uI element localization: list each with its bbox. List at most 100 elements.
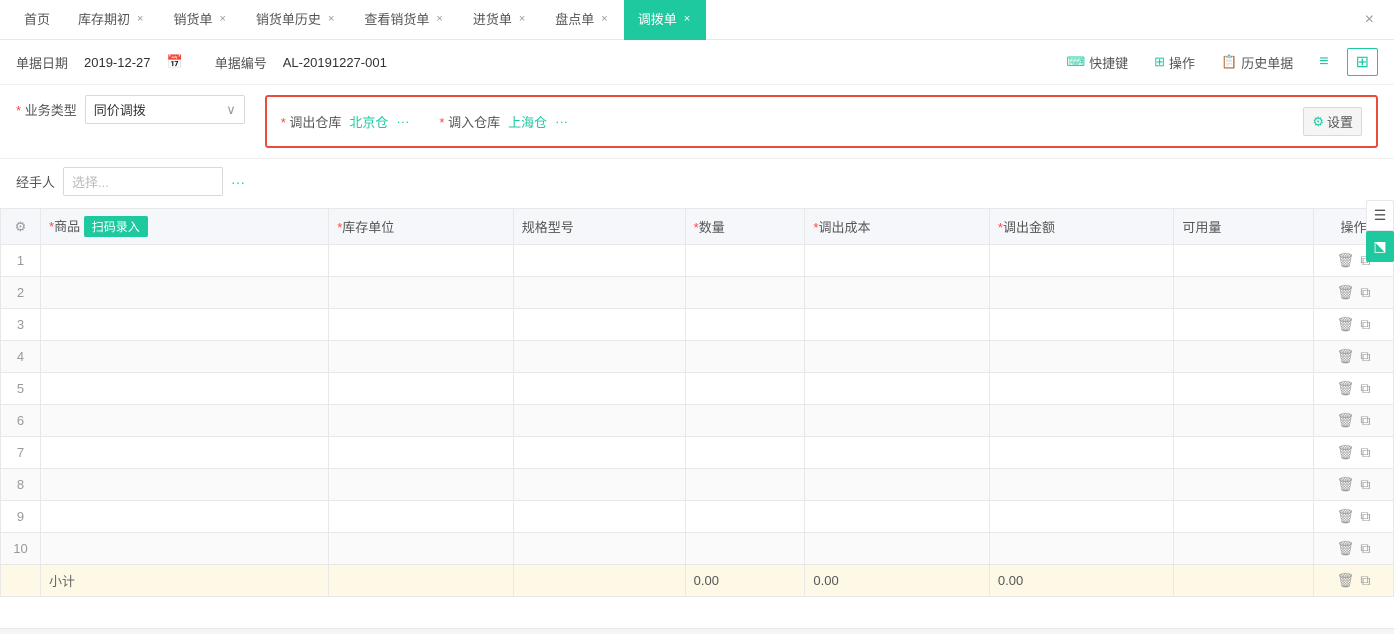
row-7-product[interactable]: [41, 437, 329, 469]
handler-more-icon[interactable]: ···: [231, 174, 245, 190]
settings-button[interactable]: ⚙ 设置: [1303, 107, 1362, 136]
row-8-unit[interactable]: [329, 469, 514, 501]
row-4-spec[interactable]: [513, 341, 685, 373]
row-5-unit[interactable]: [329, 373, 514, 405]
row-2-spec[interactable]: [513, 277, 685, 309]
row-7-available[interactable]: [1174, 437, 1314, 469]
history-button[interactable]: 📋 历史单据: [1213, 49, 1301, 76]
row-2-qty[interactable]: [685, 277, 805, 309]
row-10-qty[interactable]: [685, 533, 805, 565]
row-9-product[interactable]: [41, 501, 329, 533]
row-9-delete-icon[interactable]: 🗑: [1337, 508, 1355, 525]
row-6-spec[interactable]: [513, 405, 685, 437]
row-3-delete-icon[interactable]: 🗑: [1337, 316, 1355, 333]
row-7-copy-icon[interactable]: ⧉: [1360, 444, 1370, 461]
row-2-copy-icon[interactable]: ⧉: [1360, 284, 1370, 301]
row-1-amount[interactable]: [989, 245, 1174, 277]
row-4-available[interactable]: [1174, 341, 1314, 373]
row-5-copy-icon[interactable]: ⧉: [1360, 380, 1370, 397]
row-3-qty[interactable]: [685, 309, 805, 341]
row-8-spec[interactable]: [513, 469, 685, 501]
row-1-unit[interactable]: [329, 245, 514, 277]
row-10-unit[interactable]: [329, 533, 514, 565]
row-2-cost[interactable]: [805, 277, 990, 309]
row-8-product[interactable]: [41, 469, 329, 501]
row-6-amount[interactable]: [989, 405, 1174, 437]
list-view-button[interactable]: ≡: [1311, 49, 1336, 75]
scan-button[interactable]: 扫码录入: [84, 216, 148, 237]
tab-close-purchase-order[interactable]: ×: [517, 13, 527, 25]
row-7-delete-icon[interactable]: 🗑: [1337, 444, 1355, 461]
row-6-cost[interactable]: [805, 405, 990, 437]
row-7-unit[interactable]: [329, 437, 514, 469]
row-4-delete-icon[interactable]: 🗑: [1337, 348, 1355, 365]
row-9-spec[interactable]: [513, 501, 685, 533]
tab-close-transfer-order[interactable]: ×: [682, 13, 692, 25]
row-8-available[interactable]: [1174, 469, 1314, 501]
row-10-product[interactable]: [41, 533, 329, 565]
tab-close-sales-order[interactable]: ×: [217, 13, 227, 25]
row-1-delete-icon[interactable]: 🗑: [1337, 252, 1355, 269]
warehouse-out-more-icon[interactable]: ···: [396, 114, 409, 129]
row-2-available[interactable]: [1174, 277, 1314, 309]
row-5-delete-icon[interactable]: 🗑: [1337, 380, 1355, 397]
row-6-qty[interactable]: [685, 405, 805, 437]
row-3-product[interactable]: [41, 309, 329, 341]
row-3-available[interactable]: [1174, 309, 1314, 341]
row-6-unit[interactable]: [329, 405, 514, 437]
operation-button[interactable]: ⊞ 操作: [1146, 49, 1203, 76]
tab-close-sales-history[interactable]: ×: [326, 13, 336, 25]
tab-transfer-order[interactable]: 调拨单 ×: [624, 0, 706, 40]
row-1-available[interactable]: [1174, 245, 1314, 277]
row-2-unit[interactable]: [329, 277, 514, 309]
row-7-spec[interactable]: [513, 437, 685, 469]
business-type-select[interactable]: 同价调拨 ∨: [85, 95, 245, 124]
row-1-qty[interactable]: [685, 245, 805, 277]
row-7-cost[interactable]: [805, 437, 990, 469]
row-7-qty[interactable]: [685, 437, 805, 469]
row-5-cost[interactable]: [805, 373, 990, 405]
row-7-amount[interactable]: [989, 437, 1174, 469]
subtotal-copy-icon[interactable]: ⧉: [1360, 572, 1370, 589]
row-2-amount[interactable]: [989, 277, 1174, 309]
row-4-qty[interactable]: [685, 341, 805, 373]
handler-select[interactable]: 选择...: [63, 167, 223, 196]
row-8-delete-icon[interactable]: 🗑: [1337, 476, 1355, 493]
row-10-cost[interactable]: [805, 533, 990, 565]
row-9-available[interactable]: [1174, 501, 1314, 533]
tab-purchase-order[interactable]: 进货单 ×: [459, 0, 541, 40]
gear-icon[interactable]: ⚙: [15, 219, 27, 234]
float-list-button[interactable]: ☰: [1366, 200, 1394, 231]
row-5-qty[interactable]: [685, 373, 805, 405]
subtotal-delete-icon[interactable]: 🗑: [1337, 572, 1355, 589]
col-gear-header[interactable]: ⚙: [1, 209, 41, 245]
row-1-cost[interactable]: [805, 245, 990, 277]
tab-inventory-check[interactable]: 盘点单 ×: [541, 0, 623, 40]
row-3-unit[interactable]: [329, 309, 514, 341]
row-4-copy-icon[interactable]: ⧉: [1360, 348, 1370, 365]
row-6-available[interactable]: [1174, 405, 1314, 437]
row-10-spec[interactable]: [513, 533, 685, 565]
tab-sales-order[interactable]: 销货单 ×: [159, 0, 241, 40]
row-1-spec[interactable]: [513, 245, 685, 277]
row-8-amount[interactable]: [989, 469, 1174, 501]
row-5-spec[interactable]: [513, 373, 685, 405]
tab-close-view-sales[interactable]: ×: [434, 13, 444, 25]
row-4-amount[interactable]: [989, 341, 1174, 373]
window-close-button[interactable]: ×: [1355, 11, 1384, 29]
row-6-copy-icon[interactable]: ⧉: [1360, 412, 1370, 429]
bottom-scrollbar[interactable]: [0, 628, 1394, 634]
row-6-delete-icon[interactable]: 🗑: [1337, 412, 1355, 429]
row-8-copy-icon[interactable]: ⧉: [1360, 476, 1370, 493]
tab-view-sales[interactable]: 查看销货单 ×: [350, 0, 458, 40]
table-wrap[interactable]: ⚙ *商品 扫码录入 *库存单位 规格型号 *数量 *调出成本 *调出金额 可用…: [0, 208, 1394, 628]
row-10-delete-icon[interactable]: 🗑: [1337, 540, 1355, 557]
float-external-button[interactable]: ⬔: [1366, 231, 1394, 262]
row-5-amount[interactable]: [989, 373, 1174, 405]
grid-view-button[interactable]: ⊞: [1347, 48, 1378, 76]
row-6-product[interactable]: [41, 405, 329, 437]
row-1-product[interactable]: [41, 245, 329, 277]
row-8-qty[interactable]: [685, 469, 805, 501]
row-3-spec[interactable]: [513, 309, 685, 341]
row-3-copy-icon[interactable]: ⧉: [1360, 316, 1370, 333]
